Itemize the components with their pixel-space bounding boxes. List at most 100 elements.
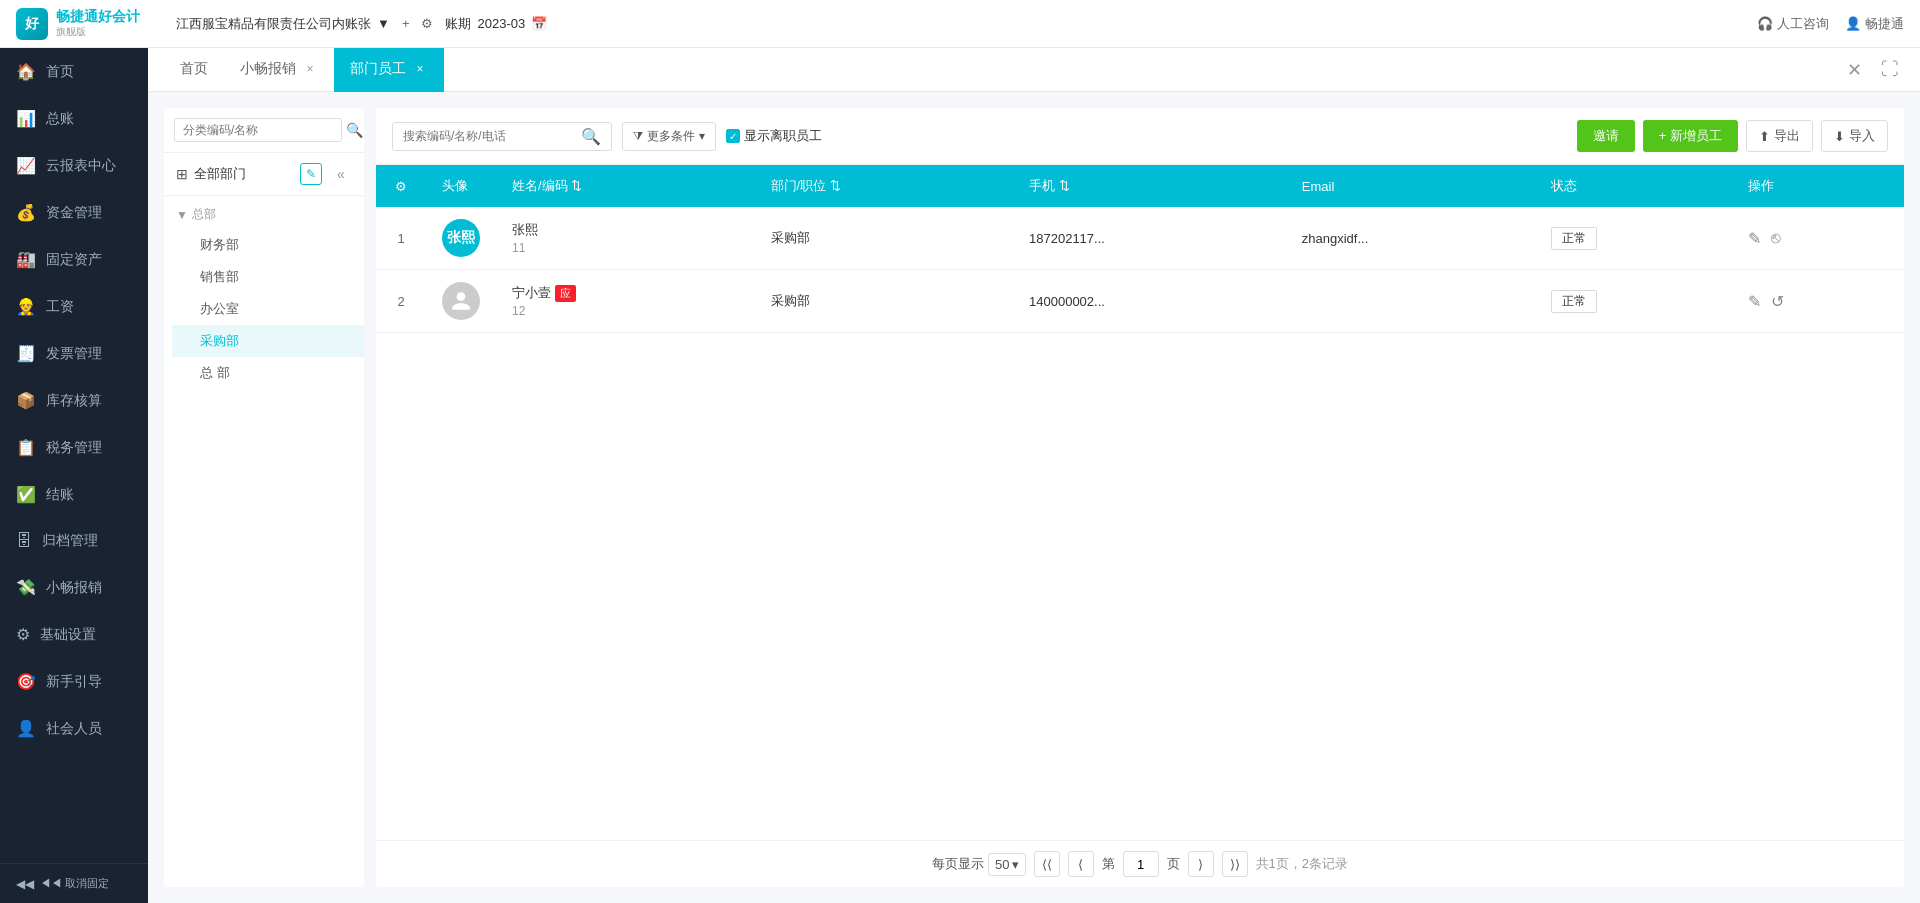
- col-name-code[interactable]: 姓名/编码 ⇅: [496, 165, 755, 207]
- page-first-btn[interactable]: ⟨⟨: [1034, 851, 1060, 877]
- sidebar-label-funds: 资金管理: [46, 204, 102, 222]
- dept-expand-icon: ▼: [176, 208, 188, 222]
- dept-item-sales[interactable]: 销售部: [172, 261, 364, 293]
- add-button[interactable]: +: [402, 16, 410, 31]
- sidebar-item-expense[interactable]: 💸 小畅报销: [0, 564, 148, 611]
- sidebar-item-archive[interactable]: 🗄 归档管理: [0, 518, 148, 564]
- sidebar-unpin-btn[interactable]: ◀◀ ◀◀ 取消固定: [0, 863, 148, 903]
- sidebar: 🏠 首页 📊 总账 📈 云报表中心 💰 资金管理 🏭 固定资产 👷 工资 🧾 发…: [0, 48, 148, 903]
- col-phone[interactable]: 手机 ⇅: [1013, 165, 1286, 207]
- sidebar-label-salary: 工资: [46, 298, 74, 316]
- sidebar-item-inventory[interactable]: 📦 库存核算: [0, 377, 148, 424]
- sidebar-label-reports: 云报表中心: [46, 157, 116, 175]
- account-period-value: 2023-03: [477, 16, 525, 31]
- dept-edit-btn[interactable]: ✎: [300, 163, 322, 185]
- emp-search-bar[interactable]: 🔍: [392, 122, 612, 151]
- row2-edit-icon[interactable]: ✎: [1748, 292, 1761, 311]
- sidebar-item-salary[interactable]: 👷 工资: [0, 283, 148, 330]
- app-name: 畅捷通好会计: [56, 8, 140, 25]
- sidebar-item-staff[interactable]: 👤 社会人员: [0, 705, 148, 752]
- row1-logout-icon[interactable]: ⎋: [1771, 229, 1781, 247]
- reports-icon: 📈: [16, 156, 36, 175]
- dept-group-main[interactable]: ▼ 总部: [164, 200, 364, 229]
- main-layout: 🏠 首页 📊 总账 📈 云报表中心 💰 资金管理 🏭 固定资产 👷 工资 🧾 发…: [0, 48, 1920, 903]
- dept-all-row[interactable]: ⊞ 全部部门 ✎ «: [164, 153, 364, 196]
- row1-edit-icon[interactable]: ✎: [1748, 229, 1761, 248]
- user-profile-btn[interactable]: 👤 畅捷通: [1845, 15, 1904, 33]
- sidebar-item-guide[interactable]: 🎯 新手引导: [0, 658, 148, 705]
- filter-more-btn[interactable]: ⧩ 更多条件 ▾: [622, 122, 716, 151]
- page-size-select[interactable]: 50 ▾: [988, 853, 1025, 876]
- export-label: 导出: [1774, 127, 1800, 145]
- page-label: 第: [1102, 855, 1115, 873]
- sidebar-item-invoice[interactable]: 🧾 发票管理: [0, 330, 148, 377]
- filter-label: 更多条件: [647, 128, 695, 145]
- settings-button[interactable]: ⚙: [421, 16, 433, 31]
- col-dept-pos[interactable]: 部门/职位 ⇅: [755, 165, 1014, 207]
- dept-collapse-btn[interactable]: «: [330, 163, 352, 185]
- content-area: 首页 小畅报销 × 部门员工 × ✕ ⛶ 🔍: [148, 48, 1920, 903]
- export-btn[interactable]: ⬆ 导出: [1746, 120, 1813, 152]
- dept-item-office[interactable]: 办公室: [172, 293, 364, 325]
- sidebar-item-settings[interactable]: ⚙ 基础设置: [0, 611, 148, 658]
- col-actions: 操作: [1732, 165, 1904, 207]
- page-next-btn[interactable]: ⟩: [1188, 851, 1214, 877]
- emp-search-icon[interactable]: 🔍: [581, 127, 601, 146]
- row1-avatar: 张熙: [426, 207, 496, 270]
- show-resign-checkbox[interactable]: ✓: [726, 129, 740, 143]
- dept-item-finance[interactable]: 财务部: [172, 229, 364, 261]
- dept-item-hq[interactable]: 总 部: [172, 357, 364, 389]
- emp-search-input[interactable]: [403, 129, 581, 143]
- tab-expense[interactable]: 小畅报销 ×: [224, 48, 334, 92]
- table-header-row: ⚙ 头像 姓名/编码 ⇅ 部门/职位 ⇅: [376, 165, 1904, 207]
- tab-close-window-btn[interactable]: ✕: [1840, 56, 1868, 84]
- row1-phone: 187202117...: [1013, 207, 1286, 270]
- top-bar: 好 畅捷通好会计 旗舰版 江西服宝精品有限责任公司内账张 ▼ + ⚙ 账期 20…: [0, 0, 1920, 48]
- dept-grid-icon: ⊞: [176, 166, 188, 182]
- sort-icon-dept: ⇅: [830, 178, 841, 193]
- show-resign-label[interactable]: ✓ 显示离职员工: [726, 127, 822, 145]
- customer-service-btn[interactable]: 🎧 人工咨询: [1757, 15, 1829, 33]
- sidebar-item-assets[interactable]: 🏭 固定资产: [0, 236, 148, 283]
- row2-avatar: [426, 270, 496, 333]
- import-btn[interactable]: ⬇ 导入: [1821, 120, 1888, 152]
- col-settings[interactable]: ⚙: [376, 165, 426, 207]
- table-row: 2 宁小壹 应: [376, 270, 1904, 333]
- company-dropdown-icon[interactable]: ▼: [377, 16, 390, 31]
- row1-status: 正常: [1535, 207, 1732, 270]
- tab-dept-emp[interactable]: 部门员工 ×: [334, 48, 444, 92]
- row2-status-badge: 正常: [1551, 290, 1597, 313]
- pagination-bar: 每页显示 50 ▾ ⟨⟨ ⟨ 第 页 ⟩ ⟩⟩ 共1页，2条记录: [376, 840, 1904, 887]
- tab-expand-btn[interactable]: ⛶: [1876, 56, 1904, 84]
- emp-table: ⚙ 头像 姓名/编码 ⇅ 部门/职位 ⇅: [376, 165, 1904, 840]
- sidebar-item-home[interactable]: 🏠 首页: [0, 48, 148, 95]
- dept-search-input[interactable]: [174, 118, 342, 142]
- page-suffix: 页: [1167, 855, 1180, 873]
- dept-search-icon[interactable]: 🔍: [346, 122, 363, 138]
- page-prev-btn[interactable]: ⟨: [1068, 851, 1094, 877]
- tab-home[interactable]: 首页: [164, 48, 224, 92]
- page-num-input[interactable]: [1123, 851, 1159, 877]
- sidebar-item-reports[interactable]: 📈 云报表中心: [0, 142, 148, 189]
- invite-btn[interactable]: 邀请: [1577, 120, 1635, 152]
- sidebar-item-funds[interactable]: 💰 资金管理: [0, 189, 148, 236]
- row2-action-btns: ✎ ↺: [1748, 292, 1888, 311]
- col-status: 状态: [1535, 165, 1732, 207]
- add-emp-btn[interactable]: + 新增员工: [1643, 120, 1738, 152]
- logo-text-area: 畅捷通好会计 旗舰版: [56, 8, 140, 39]
- calendar-icon[interactable]: 📅: [531, 16, 547, 31]
- sidebar-item-tax[interactable]: 📋 税务管理: [0, 424, 148, 471]
- dept-item-purchase[interactable]: 采购部: [172, 325, 364, 357]
- sidebar-item-checkout[interactable]: ✅ 结账: [0, 471, 148, 518]
- page-last-btn[interactable]: ⟩⟩: [1222, 851, 1248, 877]
- row2-phone: 140000002...: [1013, 270, 1286, 333]
- sidebar-item-ledger[interactable]: 📊 总账: [0, 95, 148, 142]
- user-icon: 👤: [1845, 16, 1861, 31]
- tab-expense-label: 小畅报销: [240, 60, 296, 78]
- company-selector[interactable]: 江西服宝精品有限责任公司内账张 ▼: [176, 15, 390, 33]
- tab-expense-close[interactable]: ×: [302, 61, 318, 77]
- tab-dept-emp-close[interactable]: ×: [412, 61, 428, 77]
- row2-refresh-icon[interactable]: ↺: [1771, 292, 1784, 311]
- dept-panel: 🔍 ⊞ 全部部门 ✎ « ▼ 总部 财务部 销售部 办公室: [164, 108, 364, 887]
- guide-icon: 🎯: [16, 672, 36, 691]
